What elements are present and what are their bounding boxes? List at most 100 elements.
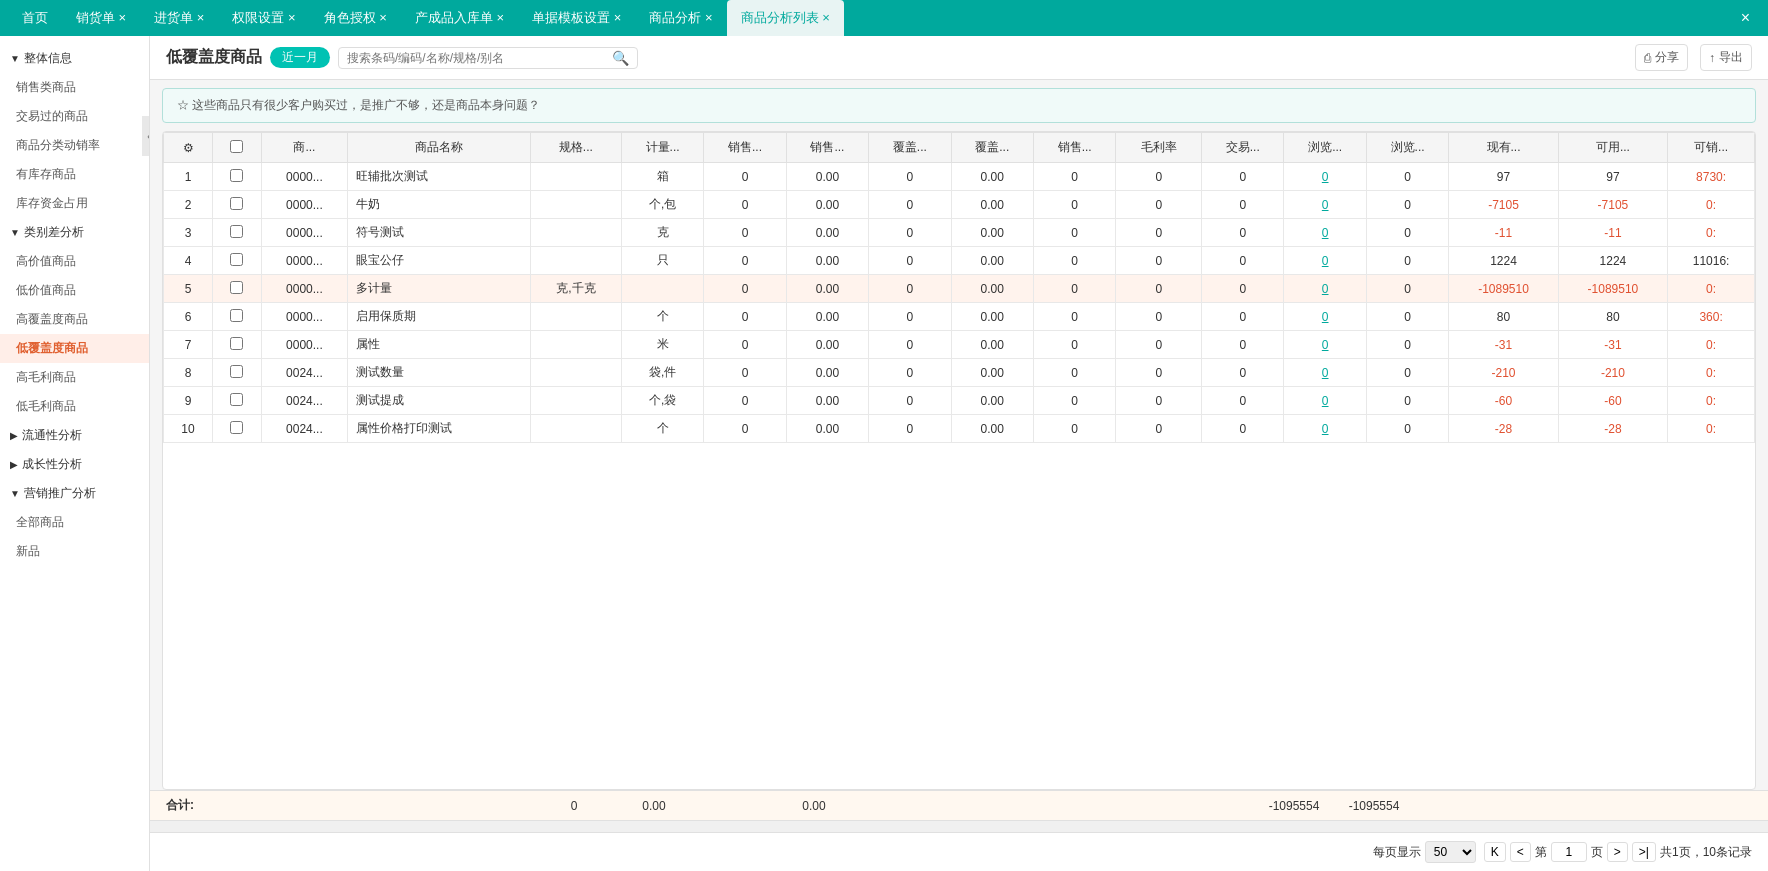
col-coverage1[interactable]: 覆盖... <box>869 133 951 163</box>
nav-warehouse[interactable]: 产成品入库单 × <box>401 0 518 36</box>
row-select[interactable] <box>230 309 243 322</box>
row-browse1[interactable]: 0 <box>1284 415 1366 443</box>
row-unit: 个 <box>621 303 703 331</box>
row-checkbox[interactable] <box>213 191 261 219</box>
sidebar-item-low-coverage[interactable]: 低覆盖度商品 <box>0 334 149 363</box>
row-stock1: -31 <box>1449 331 1558 359</box>
sidebar-item-stock-capital[interactable]: 库存资金占用 <box>0 189 149 218</box>
row-name: 符号测试 <box>348 219 531 247</box>
col-sales2[interactable]: 销售... <box>786 133 868 163</box>
row-select[interactable] <box>230 393 243 406</box>
page-number-input[interactable] <box>1551 842 1587 862</box>
nav-analysis-list[interactable]: 商品分析列表 × <box>727 0 844 36</box>
row-checkbox[interactable] <box>213 247 261 275</box>
row-browse2: 0 <box>1366 331 1448 359</box>
page-size-dropdown[interactable]: 50 100 200 <box>1425 841 1476 863</box>
col-coverage2[interactable]: 覆盖... <box>951 133 1033 163</box>
row-browse1[interactable]: 0 <box>1284 303 1366 331</box>
select-all-checkbox[interactable] <box>230 140 243 153</box>
col-sales1[interactable]: 销售... <box>704 133 786 163</box>
sidebar-item-high-value[interactable]: 高价值商品 <box>0 247 149 276</box>
col-stock3[interactable]: 可销... <box>1668 133 1755 163</box>
sidebar-section-circulation[interactable]: ▶ 流通性分析 <box>0 421 149 450</box>
horizontal-scrollbar[interactable] <box>150 820 1768 832</box>
sidebar-item-low-value[interactable]: 低价值商品 <box>0 276 149 305</box>
nav-permissions[interactable]: 权限设置 × <box>218 0 309 36</box>
row-checkbox[interactable] <box>213 275 261 303</box>
col-sales3[interactable]: 销售... <box>1034 133 1116 163</box>
nav-purchase[interactable]: 进货单 × <box>140 0 218 36</box>
next-page-button[interactable]: > <box>1607 842 1628 862</box>
row-select[interactable] <box>230 197 243 210</box>
row-browse1[interactable]: 0 <box>1284 191 1366 219</box>
row-s1: 0 <box>704 331 786 359</box>
col-code[interactable]: 商... <box>261 133 348 163</box>
sidebar-section-marketing[interactable]: ▼ 营销推广分析 <box>0 479 149 508</box>
col-browse1[interactable]: 浏览... <box>1284 133 1366 163</box>
row-select[interactable] <box>230 421 243 434</box>
nav-home[interactable]: 首页 <box>8 0 62 36</box>
row-s2: 0.00 <box>786 415 868 443</box>
row-browse1[interactable]: 0 <box>1284 275 1366 303</box>
row-browse1[interactable]: 0 <box>1284 331 1366 359</box>
sidebar-collapse-button[interactable]: « <box>142 116 150 156</box>
nav-roles[interactable]: 角色授权 × <box>310 0 401 36</box>
col-unit[interactable]: 计量... <box>621 133 703 163</box>
window-close-button[interactable]: × <box>1731 9 1760 27</box>
row-select[interactable] <box>230 169 243 182</box>
row-checkbox[interactable] <box>213 219 261 247</box>
nav-sales[interactable]: 销货单 × <box>62 0 140 36</box>
row-checkbox[interactable] <box>213 163 261 191</box>
nav-template[interactable]: 单据模板设置 × <box>518 0 635 36</box>
row-checkbox[interactable] <box>213 387 261 415</box>
sidebar-item-traded-goods[interactable]: 交易过的商品 <box>0 102 149 131</box>
row-c1: 0 <box>869 275 951 303</box>
row-checkbox[interactable] <box>213 415 261 443</box>
sidebar-item-high-coverage[interactable]: 高覆盖度商品 <box>0 305 149 334</box>
first-page-button[interactable]: K <box>1484 842 1506 862</box>
prev-page-button[interactable]: < <box>1510 842 1531 862</box>
row-select[interactable] <box>230 365 243 378</box>
row-checkbox[interactable] <box>213 303 261 331</box>
col-browse2[interactable]: 浏览... <box>1366 133 1448 163</box>
col-checkbox[interactable] <box>213 133 261 163</box>
sidebar-item-stocked-goods[interactable]: 有库存商品 <box>0 160 149 189</box>
row-checkbox[interactable] <box>213 331 261 359</box>
row-trade: 0 <box>1202 359 1284 387</box>
export-button[interactable]: ↑ 导出 <box>1700 44 1752 71</box>
row-select[interactable] <box>230 253 243 266</box>
row-browse1[interactable]: 0 <box>1284 387 1366 415</box>
filter-period-button[interactable]: 近一月 <box>270 47 330 68</box>
row-browse1[interactable]: 0 <box>1284 219 1366 247</box>
row-c1: 0 <box>869 191 951 219</box>
col-spec[interactable]: 规格... <box>530 133 621 163</box>
sidebar-item-category-rate[interactable]: 商品分类动销率 <box>0 131 149 160</box>
row-select[interactable] <box>230 337 243 350</box>
col-profit[interactable]: 毛利率 <box>1116 133 1202 163</box>
share-button[interactable]: ⎙ 分享 <box>1635 44 1688 71</box>
row-checkbox[interactable] <box>213 359 261 387</box>
row-browse1[interactable]: 0 <box>1284 163 1366 191</box>
row-browse1[interactable]: 0 <box>1284 247 1366 275</box>
row-no: 5 <box>164 275 213 303</box>
sum-c2: 0.00 <box>774 799 854 813</box>
row-browse1[interactable]: 0 <box>1284 359 1366 387</box>
search-input[interactable] <box>347 51 612 65</box>
sidebar-item-low-profit[interactable]: 低毛利商品 <box>0 392 149 421</box>
col-name[interactable]: 商品名称 <box>348 133 531 163</box>
col-stock2[interactable]: 可用... <box>1558 133 1667 163</box>
sidebar-item-new-goods[interactable]: 新品 <box>0 537 149 566</box>
sidebar-item-high-profit[interactable]: 高毛利商品 <box>0 363 149 392</box>
sidebar-section-overall[interactable]: ▼ 整体信息 <box>0 44 149 73</box>
col-settings[interactable]: ⚙ <box>164 133 213 163</box>
row-select[interactable] <box>230 281 243 294</box>
sidebar-item-sales-goods[interactable]: 销售类商品 <box>0 73 149 102</box>
sidebar-section-category[interactable]: ▼ 类别差分析 <box>0 218 149 247</box>
col-trade[interactable]: 交易... <box>1202 133 1284 163</box>
row-select[interactable] <box>230 225 243 238</box>
col-stock1[interactable]: 现有... <box>1449 133 1558 163</box>
last-page-button[interactable]: >| <box>1632 842 1656 862</box>
sidebar-section-growth[interactable]: ▶ 成长性分析 <box>0 450 149 479</box>
nav-analysis[interactable]: 商品分析 × <box>635 0 726 36</box>
sidebar-item-all-goods[interactable]: 全部商品 <box>0 508 149 537</box>
